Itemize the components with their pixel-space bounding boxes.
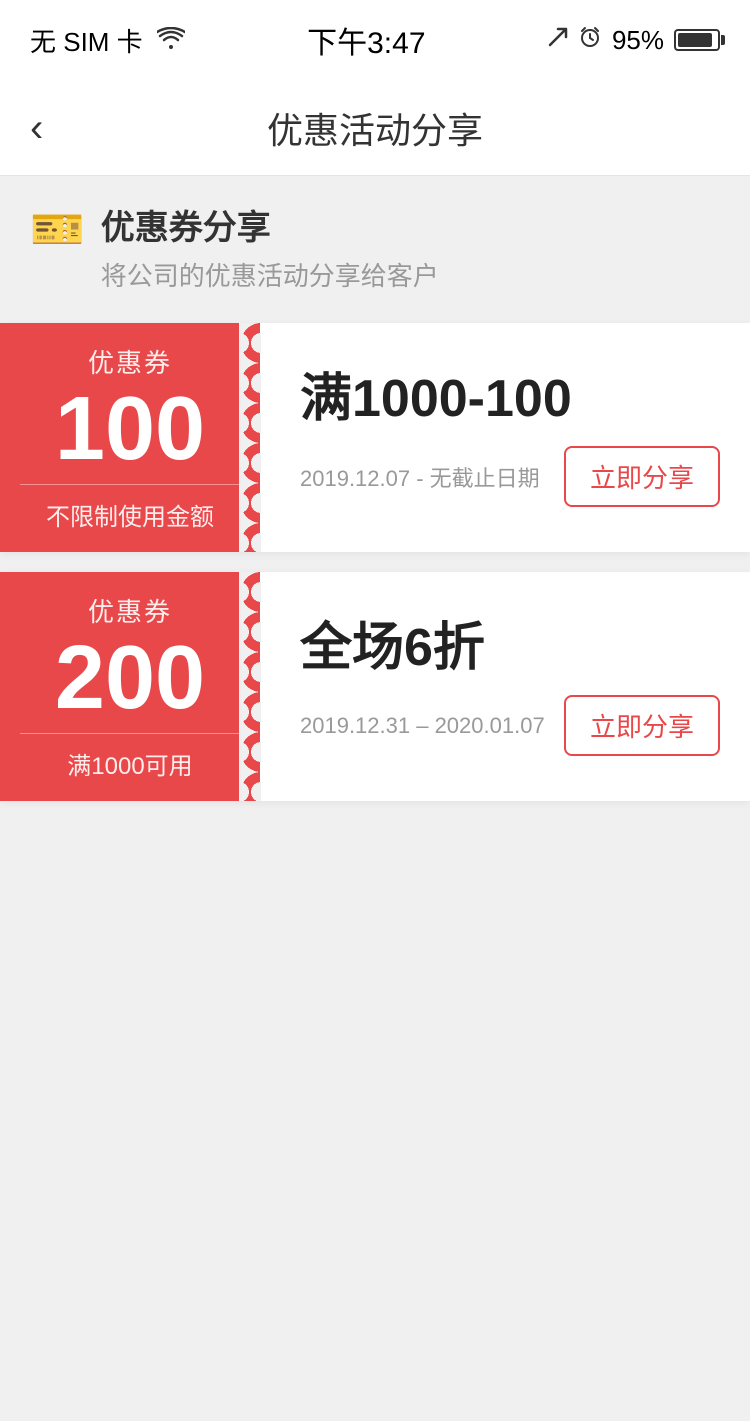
status-time: 下午3:47: [307, 18, 425, 62]
share-button-1[interactable]: 立即分享: [564, 446, 720, 507]
section-title: 优惠券分享: [101, 206, 439, 250]
coupon-divider-2: [20, 733, 240, 734]
empty-area: [0, 821, 750, 1421]
coupon-bottom-2: 2019.12.31 – 2020.01.07 立即分享: [300, 695, 720, 756]
coupon-condition-1: 不限制使用金额: [46, 497, 214, 532]
battery-percent: 95%: [612, 25, 664, 56]
coupon-left-2: 优惠券 200 满1000可用: [0, 572, 260, 801]
coupon-name-1: 满1000-100: [300, 368, 720, 430]
coupon-condition-2: 满1000可用: [67, 746, 192, 781]
coupon-name-2: 全场6折: [300, 617, 720, 679]
coupon-divider-1: [20, 484, 240, 485]
coupon-right-1: 满1000-100 2019.12.07 - 无截止日期 立即分享: [260, 323, 750, 552]
carrier-text: 无 SIM 卡: [30, 22, 143, 59]
coupon-card-2: 优惠券 200 满1000可用 全场6折 2019.12.31 – 2020.0…: [0, 572, 750, 801]
coupon-list: 优惠券 100 不限制使用金额 满1000-100 2019.12.07 - 无…: [0, 313, 750, 801]
status-bar: 无 SIM 卡 下午3:47 95%: [0, 0, 750, 80]
page-title: 优惠活动分享: [267, 102, 483, 154]
location-icon: [548, 25, 568, 56]
back-button[interactable]: ‹: [30, 108, 43, 148]
coupon-bottom-1: 2019.12.07 - 无截止日期 立即分享: [300, 446, 720, 507]
coupon-amount-1: 100: [55, 384, 205, 474]
coupon-date-2: 2019.12.31 – 2020.01.07: [300, 713, 545, 739]
coupon-left-1: 优惠券 100 不限制使用金额: [0, 323, 260, 552]
section-info: 优惠券分享 将公司的优惠活动分享给客户: [101, 206, 439, 293]
coupon-right-2: 全场6折 2019.12.31 – 2020.01.07 立即分享: [260, 572, 750, 801]
nav-bar: ‹ 优惠活动分享: [0, 80, 750, 176]
battery-icon: [674, 29, 720, 51]
coupon-amount-2: 200: [55, 633, 205, 723]
section-header: 🎫 优惠券分享 将公司的优惠活动分享给客户: [0, 176, 750, 313]
status-left: 无 SIM 卡: [30, 22, 185, 59]
wifi-icon: [157, 25, 185, 56]
alarm-icon: [578, 25, 602, 56]
share-button-2[interactable]: 立即分享: [564, 695, 720, 756]
coupon-type-label-2: 优惠券: [88, 592, 172, 629]
section-subtitle: 将公司的优惠活动分享给客户: [101, 256, 439, 293]
coupon-date-1: 2019.12.07 - 无截止日期: [300, 461, 540, 493]
section-icon: 🎫: [30, 208, 85, 252]
coupon-type-label-1: 优惠券: [88, 343, 172, 380]
status-right: 95%: [548, 25, 720, 56]
coupon-card-1: 优惠券 100 不限制使用金额 满1000-100 2019.12.07 - 无…: [0, 323, 750, 552]
